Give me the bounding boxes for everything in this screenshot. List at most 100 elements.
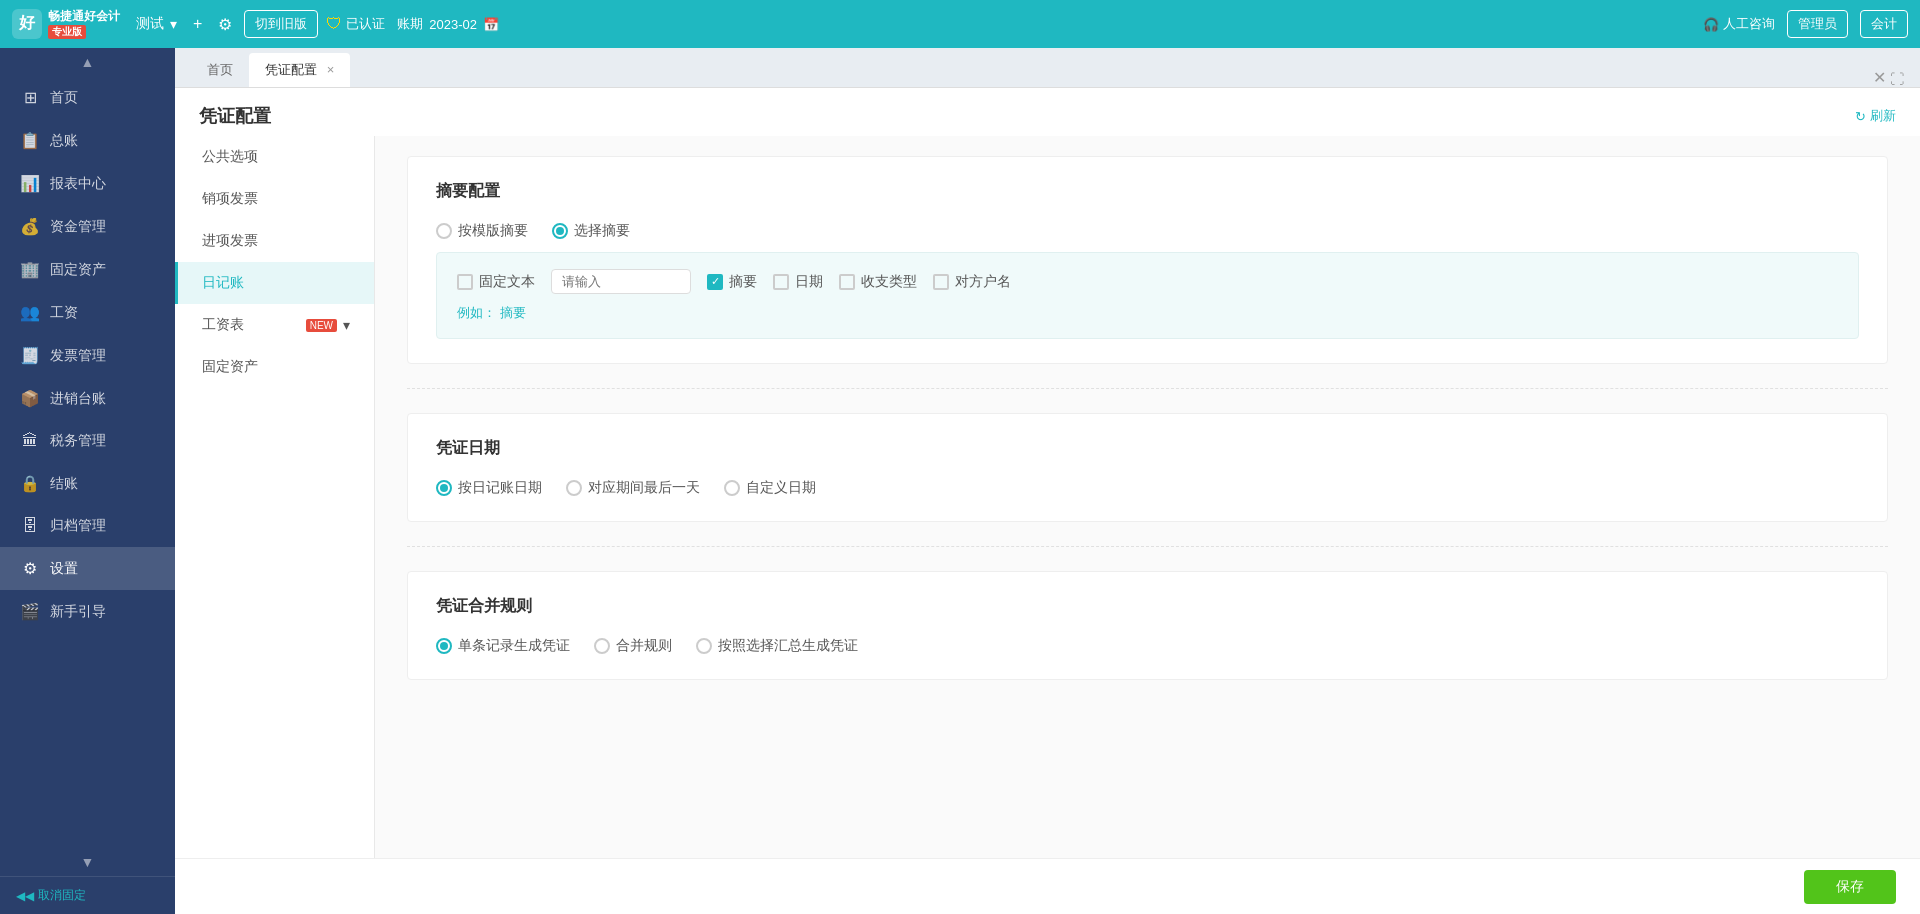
- custom-date-circle: [724, 480, 740, 496]
- sidebar-item-guide[interactable]: 🎬 新手引导: [0, 590, 175, 633]
- sidebar-item-tax[interactable]: 🏛 税务管理: [0, 420, 175, 462]
- archive-icon: 🗄: [20, 517, 40, 535]
- payroll-icon: 👥: [20, 303, 40, 322]
- settings-icon: ⚙: [20, 559, 40, 578]
- date-section: 凭证日期 按日记账日期 对应期间最后一天: [407, 413, 1888, 522]
- refresh-button[interactable]: ↻ 刷新: [1855, 107, 1896, 125]
- date-radio-group: 按日记账日期 对应期间最后一天 自定义日期: [436, 479, 1859, 497]
- radio-select[interactable]: 选择摘要: [552, 222, 630, 240]
- scroll-down-button[interactable]: ▼: [0, 848, 175, 876]
- summary-title: 摘要配置: [436, 181, 1859, 202]
- scroll-up-button[interactable]: ▲: [0, 48, 175, 76]
- sidebar-item-sales-purchase[interactable]: 📦 进销台账: [0, 377, 175, 420]
- fixed-text-checkbox: [457, 274, 473, 290]
- sidebar-item-archive[interactable]: 🗄 归档管理: [0, 505, 175, 547]
- example-text: 例如： 摘要: [457, 304, 1838, 322]
- shield-icon: 🛡: [326, 15, 342, 33]
- right-panel: 摘要配置 按模版摘要 选择摘要: [375, 136, 1920, 858]
- fund-icon: 💰: [20, 217, 40, 236]
- sidebar-item-closing[interactable]: 🔒 结账: [0, 462, 175, 505]
- new-badge: NEW: [306, 319, 337, 332]
- left-menu: 公共选项 销项发票 进项发票 日记账 工资表 NEW ▾: [175, 136, 375, 858]
- period-last-circle: [566, 480, 582, 496]
- headset-icon: 🎧: [1703, 17, 1719, 32]
- radio-select-summary[interactable]: 按照选择汇总生成凭证: [696, 637, 858, 655]
- page-content: 凭证配置 ↻ 刷新 公共选项 销项发票 进项发票 日记账: [175, 88, 1920, 858]
- radio-period-last[interactable]: 对应期间最后一天: [566, 479, 700, 497]
- window-close-button[interactable]: ✕: [1873, 68, 1886, 87]
- summary-config-box: 固定文本 摘要 日期: [436, 252, 1859, 339]
- company-name: 测试: [136, 15, 164, 33]
- fixed-text-input[interactable]: [551, 269, 691, 294]
- settings-button[interactable]: ⚙: [214, 11, 236, 38]
- cancel-pin-button[interactable]: ◀◀ 取消固定: [0, 876, 175, 914]
- merge-section: 凭证合并规则 单条记录生成凭证 合并规则: [407, 571, 1888, 680]
- sidebar-item-settings[interactable]: ⚙ 设置: [0, 547, 175, 590]
- save-button[interactable]: 保存: [1804, 870, 1896, 904]
- checkbox-date[interactable]: 日期: [773, 273, 823, 291]
- calendar-icon[interactable]: 📅: [483, 17, 499, 32]
- checkbox-payment-type[interactable]: 收支类型: [839, 273, 917, 291]
- sidebar-item-reports[interactable]: 📊 报表中心: [0, 162, 175, 205]
- tab-home[interactable]: 首页: [191, 53, 249, 87]
- sidebar-item-ledger[interactable]: 📋 总账: [0, 119, 175, 162]
- closing-icon: 🔒: [20, 474, 40, 493]
- checkbox-fixed-text[interactable]: 固定文本: [457, 273, 535, 291]
- radio-single[interactable]: 单条记录生成凭证: [436, 637, 570, 655]
- refresh-icon: ↻: [1855, 109, 1866, 124]
- sidebar-item-home[interactable]: ⊞ 首页: [0, 76, 175, 119]
- select-summary-circle: [696, 638, 712, 654]
- add-button[interactable]: +: [189, 11, 206, 37]
- logo[interactable]: 好 畅捷通好会计 专业版: [12, 9, 120, 39]
- abstract-checkbox: [707, 274, 723, 290]
- sidebar-item-payroll[interactable]: 👥 工资: [0, 291, 175, 334]
- sidebar-nav: ⊞ 首页 📋 总账 📊 报表中心 💰 资金管理 🏢 固定资产: [0, 76, 175, 848]
- counterpart-checkbox: [933, 274, 949, 290]
- radio-select-circle: [552, 223, 568, 239]
- consult-button[interactable]: 🎧 人工咨询: [1703, 15, 1775, 33]
- expand-icon: ▾: [343, 317, 350, 333]
- invoice-icon: 🧾: [20, 346, 40, 365]
- radio-template[interactable]: 按模版摘要: [436, 222, 528, 240]
- checkbox-counterpart[interactable]: 对方户名: [933, 273, 1011, 291]
- sidebar-item-invoice[interactable]: 🧾 发票管理: [0, 334, 175, 377]
- switch-old-button[interactable]: 切到旧版: [244, 10, 318, 38]
- summary-radio-group: 按模版摘要 选择摘要: [436, 222, 1859, 240]
- page-header: 凭证配置 ↻ 刷新: [175, 88, 1920, 136]
- sidebar-item-fund[interactable]: 💰 资金管理: [0, 205, 175, 248]
- radio-merge-rule[interactable]: 合并规则: [594, 637, 672, 655]
- company-selector[interactable]: 测试 ▾: [136, 15, 177, 33]
- guide-icon: 🎬: [20, 602, 40, 621]
- admin-button[interactable]: 管理员: [1787, 10, 1848, 38]
- logo-icon: 好: [12, 9, 42, 39]
- sidebar-item-fixed-assets[interactable]: 🏢 固定资产: [0, 248, 175, 291]
- date-title: 凭证日期: [436, 438, 1859, 459]
- logo-text: 畅捷通好会计 专业版: [48, 9, 120, 39]
- menu-item-fixed-assets[interactable]: 固定资产: [175, 346, 374, 388]
- page-title: 凭证配置: [199, 104, 271, 128]
- payment-type-checkbox: [839, 274, 855, 290]
- save-footer: 保存: [175, 858, 1920, 914]
- tab-voucher-config[interactable]: 凭证配置 ×: [249, 53, 350, 87]
- merge-radio-group: 单条记录生成凭证 合并规则 按照选择汇总生成凭证: [436, 637, 1859, 655]
- tab-close-button[interactable]: ×: [327, 62, 335, 77]
- menu-item-purchase-invoice[interactable]: 进项发票: [175, 220, 374, 262]
- radio-custom-date[interactable]: 自定义日期: [724, 479, 816, 497]
- merge-title: 凭证合并规则: [436, 596, 1859, 617]
- window-expand-button[interactable]: ⛶: [1890, 71, 1904, 87]
- certified-badge: 🛡 已认证: [326, 15, 385, 33]
- accountant-button[interactable]: 会计: [1860, 10, 1908, 38]
- checkbox-abstract[interactable]: 摘要: [707, 273, 757, 291]
- menu-item-public[interactable]: 公共选项: [175, 136, 374, 178]
- date-checkbox: [773, 274, 789, 290]
- radio-journal-date[interactable]: 按日记账日期: [436, 479, 542, 497]
- sales-icon: 📦: [20, 389, 40, 408]
- menu-item-salary[interactable]: 工资表 NEW ▾: [175, 304, 374, 346]
- menu-item-sales-invoice[interactable]: 销项发票: [175, 178, 374, 220]
- ledger-icon: 📋: [20, 131, 40, 150]
- fixed-assets-icon: 🏢: [20, 260, 40, 279]
- menu-item-journal[interactable]: 日记账: [175, 262, 374, 304]
- summary-config-row: 固定文本 摘要 日期: [457, 269, 1838, 294]
- tax-icon: 🏛: [20, 432, 40, 450]
- inner-layout: 公共选项 销项发票 进项发票 日记账 工资表 NEW ▾: [175, 136, 1920, 858]
